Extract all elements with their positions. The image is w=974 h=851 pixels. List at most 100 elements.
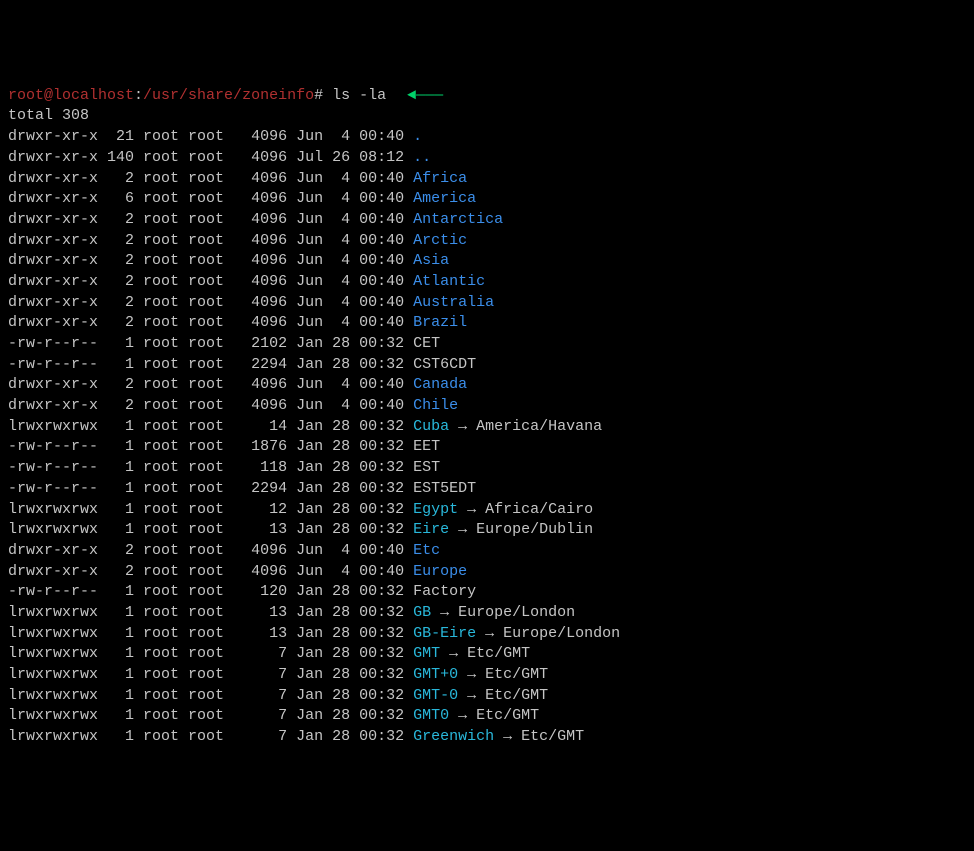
links: 1 (98, 728, 134, 745)
list-row: lrwxrwxrwx 1 root root 7 Jan 28 00:32 GM… (8, 644, 966, 665)
owner: root (134, 438, 179, 455)
size: 4096 (224, 294, 287, 311)
date: Jun 4 00:40 (287, 190, 404, 207)
group: root (179, 480, 224, 497)
links: 2 (98, 252, 134, 269)
date: Jan 28 00:32 (287, 645, 404, 662)
links: 1 (98, 521, 134, 538)
links: 6 (98, 190, 134, 207)
owner: root (134, 294, 179, 311)
owner: root (134, 666, 179, 683)
date: Jun 4 00:40 (287, 376, 404, 393)
owner: root (134, 397, 179, 414)
link-target: Etc/GMT (476, 707, 539, 724)
owner: root (134, 252, 179, 269)
link-target: Etc/GMT (485, 666, 548, 683)
link-target: Europe/London (503, 625, 620, 642)
links: 21 (98, 128, 134, 145)
perm: lrwxrwxrwx (8, 625, 98, 642)
list-row: lrwxrwxrwx 1 root root 7 Jan 28 00:32 GM… (8, 665, 966, 686)
owner: root (134, 170, 179, 187)
group: root (179, 397, 224, 414)
perm: drwxr-xr-x (8, 294, 98, 311)
entry-name: Factory (413, 583, 476, 600)
list-row: drwxr-xr-x 2 root root 4096 Jun 4 00:40 … (8, 231, 966, 252)
list-row: -rw-r--r-- 1 root root 2294 Jan 28 00:32… (8, 355, 966, 376)
group: root (179, 356, 224, 373)
entry-name: Egypt (413, 501, 458, 518)
list-row: lrwxrwxrwx 1 root root 13 Jan 28 00:32 E… (8, 520, 966, 541)
entry-name: CET (413, 335, 440, 352)
owner: root (134, 604, 179, 621)
list-row: drwxr-xr-x 2 root root 4096 Jun 4 00:40 … (8, 375, 966, 396)
link-arrow-icon: → (494, 728, 521, 745)
owner: root (134, 190, 179, 207)
owner: root (134, 314, 179, 331)
perm: drwxr-xr-x (8, 376, 98, 393)
entry-name: EET (413, 438, 440, 455)
command-text: ls -la (332, 87, 386, 104)
list-row: drwxr-xr-x 2 root root 4096 Jun 4 00:40 … (8, 313, 966, 334)
group: root (179, 170, 224, 187)
list-row: lrwxrwxrwx 1 root root 13 Jan 28 00:32 G… (8, 603, 966, 624)
perm: -rw-r--r-- (8, 480, 98, 497)
entry-name: Antarctica (413, 211, 503, 228)
entry-name: Africa (413, 170, 467, 187)
entry-name: Greenwich (413, 728, 494, 745)
size: 13 (224, 521, 287, 538)
list-row: -rw-r--r-- 1 root root 2294 Jan 28 00:32… (8, 479, 966, 500)
date: Jun 4 00:40 (287, 211, 404, 228)
date: Jun 4 00:40 (287, 542, 404, 559)
list-row: lrwxrwxrwx 1 root root 13 Jan 28 00:32 G… (8, 624, 966, 645)
size: 14 (224, 418, 287, 435)
size: 4096 (224, 190, 287, 207)
date: Jan 28 00:32 (287, 666, 404, 683)
entry-name: . (413, 128, 422, 145)
perm: lrwxrwxrwx (8, 521, 98, 538)
date: Jan 28 00:32 (287, 707, 404, 724)
links: 2 (98, 376, 134, 393)
date: Jun 4 00:40 (287, 128, 404, 145)
links: 2 (98, 294, 134, 311)
group: root (179, 687, 224, 704)
perm: lrwxrwxrwx (8, 645, 98, 662)
list-row: drwxr-xr-x 6 root root 4096 Jun 4 00:40 … (8, 189, 966, 210)
perm: drwxr-xr-x (8, 128, 98, 145)
list-row: -rw-r--r-- 1 root root 2102 Jan 28 00:32… (8, 334, 966, 355)
entry-name: .. (413, 149, 431, 166)
list-row: drwxr-xr-x 2 root root 4096 Jun 4 00:40 … (8, 272, 966, 293)
group: root (179, 232, 224, 249)
link-target: Europe/London (458, 604, 575, 621)
perm: drwxr-xr-x (8, 563, 98, 580)
links: 2 (98, 563, 134, 580)
owner: root (134, 480, 179, 497)
link-target: Etc/GMT (485, 687, 548, 704)
links: 2 (98, 211, 134, 228)
group: root (179, 252, 224, 269)
size: 4096 (224, 563, 287, 580)
size: 120 (224, 583, 287, 600)
link-target: Europe/Dublin (476, 521, 593, 538)
group: root (179, 666, 224, 683)
perm: drwxr-xr-x (8, 190, 98, 207)
size: 7 (224, 666, 287, 683)
group: root (179, 583, 224, 600)
perm: drwxr-xr-x (8, 314, 98, 331)
date: Jun 4 00:40 (287, 397, 404, 414)
group: root (179, 211, 224, 228)
terminal-output[interactable]: root@localhost:/usr/share/zoneinfo# ls -… (8, 86, 966, 748)
link-target: America/Havana (476, 418, 602, 435)
group: root (179, 563, 224, 580)
list-row: lrwxrwxrwx 1 root root 14 Jan 28 00:32 C… (8, 417, 966, 438)
group: root (179, 542, 224, 559)
links: 1 (98, 645, 134, 662)
entry-name: Arctic (413, 232, 467, 249)
owner: root (134, 211, 179, 228)
prompt-line[interactable]: root@localhost:/usr/share/zoneinfo# ls -… (8, 86, 966, 107)
list-row: drwxr-xr-x 2 root root 4096 Jun 4 00:40 … (8, 169, 966, 190)
link-arrow-icon: → (476, 625, 503, 642)
group: root (179, 376, 224, 393)
entry-name: Canada (413, 376, 467, 393)
size: 4096 (224, 252, 287, 269)
group: root (179, 418, 224, 435)
